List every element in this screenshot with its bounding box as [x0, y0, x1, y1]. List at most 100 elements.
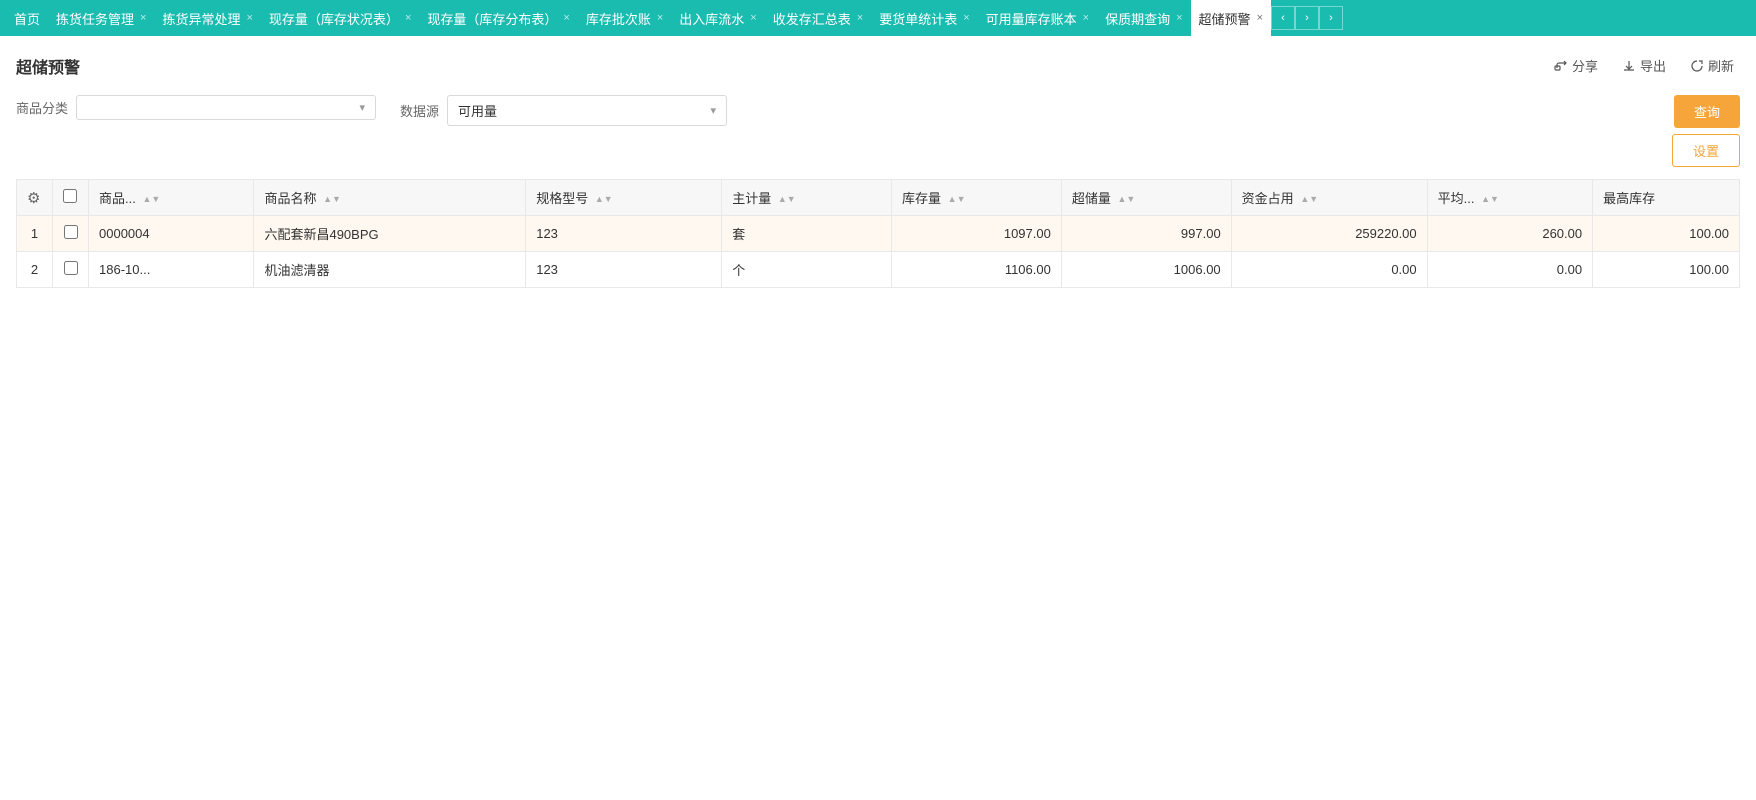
close-icon-6[interactable]: × — [750, 12, 756, 24]
nav-label-home: 首页 — [14, 9, 40, 28]
td-overstock-0: 997.00 — [1061, 216, 1231, 252]
th-product-code: 商品... ▲▼ — [89, 180, 254, 216]
td-avg-0: 260.00 — [1427, 216, 1592, 252]
nav-item-9[interactable]: 可用量库存账本 × — [978, 0, 1097, 36]
close-icon-3[interactable]: × — [405, 12, 411, 24]
close-icon-9[interactable]: × — [1083, 12, 1089, 24]
page-title: 超储预警 — [16, 54, 80, 78]
td-checkbox-1 — [53, 252, 89, 288]
header-actions: 分享 导出 刷新 — [1548, 52, 1740, 79]
nav-item-8[interactable]: 要货单统计表 × — [871, 0, 977, 36]
export-button[interactable]: 导出 — [1616, 52, 1672, 79]
close-icon-4[interactable]: × — [563, 12, 569, 24]
filter-datasource: 数据源 可用量 ▾ — [400, 95, 727, 126]
td-capital-1: 0.00 — [1231, 252, 1427, 288]
close-icon-10[interactable]: × — [1176, 12, 1182, 24]
share-label: 分享 — [1572, 56, 1598, 75]
nav-item-active[interactable]: 超储预警 × — [1191, 0, 1271, 36]
close-icon-1[interactable]: × — [140, 12, 146, 24]
nav-label-4: 现存量（库存分布表） — [427, 9, 557, 28]
sort-icon-spec[interactable]: ▲▼ — [595, 195, 613, 204]
datasource-label: 数据源 — [400, 101, 439, 120]
sort-icon-capital[interactable]: ▲▼ — [1300, 195, 1318, 204]
th-capital-label: 资金占用 — [1242, 191, 1294, 206]
nav-item-4[interactable]: 现存量（库存分布表） × — [419, 0, 577, 36]
data-table: ⚙ 商品... ▲▼ 商品名称 ▲▼ 规格型号 ▲▼ 主计 — [16, 179, 1740, 288]
sort-icon-code[interactable]: ▲▼ — [142, 195, 160, 204]
chevron-down-icon-category: ▾ — [359, 101, 365, 114]
refresh-label: 刷新 — [1708, 56, 1734, 75]
nav-prev-arrow[interactable]: ‹ — [1271, 6, 1295, 30]
close-icon-active[interactable]: × — [1257, 12, 1263, 24]
main-content: 超储预警 分享 导出 刷新 — [0, 36, 1756, 800]
nav-label-6: 出入库流水 — [679, 9, 744, 28]
th-overstock: 超储量 ▲▼ — [1061, 180, 1231, 216]
nav-label-10: 保质期查询 — [1105, 9, 1170, 28]
sort-icon-overstock[interactable]: ▲▼ — [1117, 195, 1135, 204]
td-product-name-0: 六配套新昌490BPG — [254, 216, 526, 252]
share-icon — [1554, 59, 1568, 73]
nav-item-7[interactable]: 收发存汇总表 × — [765, 0, 871, 36]
sort-icon-unit[interactable]: ▲▼ — [778, 195, 796, 204]
sort-icon-name[interactable]: ▲▼ — [323, 195, 341, 204]
datasource-value: 可用量 — [458, 101, 497, 120]
td-max-stock-0: 100.00 — [1593, 216, 1740, 252]
nav-item-10[interactable]: 保质期查询 × — [1097, 0, 1190, 36]
th-overstock-label: 超储量 — [1072, 191, 1111, 206]
row-checkbox-0[interactable] — [64, 225, 78, 239]
page-header: 超储预警 分享 导出 刷新 — [16, 52, 1740, 79]
category-select[interactable]: ▾ — [76, 95, 376, 120]
category-label: 商品分类 — [16, 98, 68, 117]
sort-icon-avg[interactable]: ▲▼ — [1481, 195, 1499, 204]
td-product-code-1: 186-10... — [89, 252, 254, 288]
nav-item-5[interactable]: 库存批次账 × — [578, 0, 671, 36]
th-max-stock: 最高库存 — [1593, 180, 1740, 216]
close-icon-2[interactable]: × — [246, 12, 252, 24]
nav-label-5: 库存批次账 — [586, 9, 651, 28]
th-avg-label: 平均... — [1438, 191, 1475, 206]
td-product-code-0: 0000004 — [89, 216, 254, 252]
td-capital-0: 259220.00 — [1231, 216, 1427, 252]
close-icon-8[interactable]: × — [963, 12, 969, 24]
close-icon-5[interactable]: × — [657, 12, 663, 24]
refresh-button[interactable]: 刷新 — [1684, 52, 1740, 79]
nav-item-home[interactable]: 首页 — [6, 0, 48, 36]
nav-next-arrow[interactable]: › — [1295, 6, 1319, 30]
th-unit-label: 主计量 — [732, 191, 771, 206]
td-unit-1: 个 — [722, 252, 892, 288]
nav-item-2[interactable]: 拣货异常处理 × — [154, 0, 260, 36]
th-spec-label: 规格型号 — [536, 191, 588, 206]
nav-label-3: 现存量（库存状况表） — [269, 9, 399, 28]
nav-item-6[interactable]: 出入库流水 × — [671, 0, 764, 36]
th-stock: 库存量 ▲▼ — [892, 180, 1062, 216]
datasource-select[interactable]: 可用量 ▾ — [447, 95, 727, 126]
nav-item-1[interactable]: 拣货任务管理 × — [48, 0, 154, 36]
sort-icon-stock[interactable]: ▲▼ — [948, 195, 966, 204]
nav-label-9: 可用量库存账本 — [986, 9, 1077, 28]
nav-label-1: 拣货任务管理 — [56, 9, 134, 28]
share-button[interactable]: 分享 — [1548, 52, 1604, 79]
td-overstock-1: 1006.00 — [1061, 252, 1231, 288]
query-button[interactable]: 查询 — [1674, 95, 1740, 128]
settings-button[interactable]: 设置 — [1672, 134, 1740, 167]
nav-bar: 首页 拣货任务管理 × 拣货异常处理 × 现存量（库存状况表） × 现存量（库存… — [0, 0, 1756, 36]
nav-label-2: 拣货异常处理 — [162, 9, 240, 28]
th-checkbox — [53, 180, 89, 216]
td-row-num-1: 2 — [17, 252, 53, 288]
table-row: 1 0000004 六配套新昌490BPG 123 套 1097.00 997.… — [17, 216, 1740, 252]
filter-category: 商品分类 ▾ — [16, 95, 376, 120]
table-row: 2 186-10... 机油滤清器 123 个 1106.00 1006.00 … — [17, 252, 1740, 288]
refresh-icon — [1690, 59, 1704, 73]
close-icon-7[interactable]: × — [857, 12, 863, 24]
td-stock-0: 1097.00 — [892, 216, 1062, 252]
nav-more-arrow[interactable]: › — [1319, 6, 1343, 30]
nav-label-7: 收发存汇总表 — [773, 9, 851, 28]
nav-item-3[interactable]: 现存量（库存状况表） × — [261, 0, 419, 36]
th-avg: 平均... ▲▼ — [1427, 180, 1592, 216]
th-stock-label: 库存量 — [902, 191, 941, 206]
select-all-checkbox[interactable] — [63, 189, 77, 203]
th-unit: 主计量 ▲▼ — [722, 180, 892, 216]
row-checkbox-1[interactable] — [64, 261, 78, 275]
settings-gear-icon[interactable]: ⚙ — [27, 190, 40, 207]
th-product-name-label: 商品名称 — [264, 191, 316, 206]
